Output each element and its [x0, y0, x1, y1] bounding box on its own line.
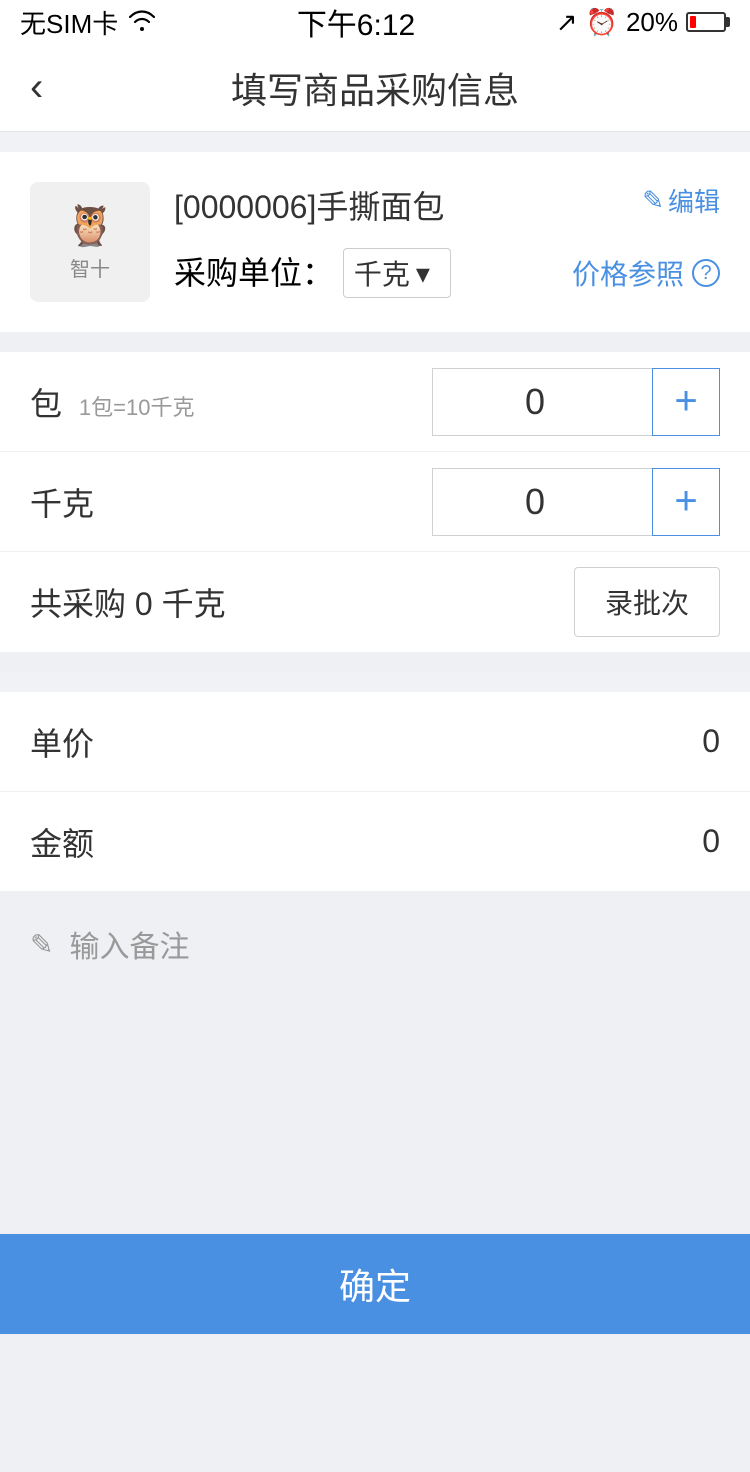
summary-text: 共采购 0 千克 [30, 579, 226, 625]
unit-select[interactable]: 千克 ▾ [343, 248, 451, 298]
info-section: 单价 0 金额 0 [0, 692, 750, 892]
status-time: 下午6:12 [297, 0, 415, 44]
notes-input-row: ✎ 输入备注 [30, 922, 720, 966]
product-header: [0000006]手撕面包 ✎ 编辑 [174, 182, 720, 228]
unit-label-group: 采购单位： 千克 ▾ [174, 248, 451, 298]
jine-row: 金额 0 [0, 792, 750, 892]
nav-bar: ‹ 填写商品采购信息 [0, 44, 750, 132]
form-row-bao: 包 1包=10千克 + [0, 352, 750, 452]
qianke-input-group: + [432, 468, 720, 536]
status-right: ↗ ⏰ 20% [556, 7, 730, 38]
battery-percent: 20% [626, 7, 678, 38]
qianke-label: 千克 [30, 479, 190, 525]
bao-input[interactable] [432, 368, 652, 436]
bao-plus-button[interactable]: + [652, 368, 720, 436]
qianke-input[interactable] [432, 468, 652, 536]
form-section-bao: 包 1包=10千克 + 千克 + [0, 352, 750, 552]
product-owl-icon: 🦉 [65, 202, 115, 249]
notes-section[interactable]: ✎ 输入备注 [0, 892, 750, 1092]
product-unit-row: 采购单位： 千克 ▾ 价格参照 ? [174, 248, 720, 298]
chevron-down-icon: ▾ [416, 257, 430, 290]
pencil-icon: ✎ [30, 928, 53, 961]
confirm-bar[interactable]: 确定 [0, 1234, 750, 1334]
alarm-icon: ⏰ [586, 7, 618, 38]
jine-value: 0 [702, 823, 720, 860]
status-bar: 无SIM卡 下午6:12 ↗ ⏰ 20% [0, 0, 750, 44]
back-button[interactable]: ‹ [30, 65, 43, 110]
location-icon: ↗ [556, 7, 578, 38]
product-card: 🦉 智十 [0000006]手撕面包 ✎ 编辑 采购单位： 千克 ▾ 价格参照 [0, 152, 750, 332]
jine-label: 金额 [30, 819, 94, 865]
wifi-icon [128, 7, 156, 38]
qianke-plus-button[interactable]: + [652, 468, 720, 536]
help-icon: ? [692, 259, 720, 287]
product-name: [0000006]手撕面包 [174, 182, 444, 228]
notes-placeholder: 输入备注 [69, 922, 189, 966]
summary-row: 共采购 0 千克 录批次 [0, 552, 750, 652]
page-title: 填写商品采购信息 [231, 62, 519, 114]
divider-1 [0, 332, 750, 352]
danjia-row: 单价 0 [0, 692, 750, 792]
danjia-value: 0 [702, 723, 720, 760]
status-carrier: 无SIM卡 [20, 4, 156, 41]
product-info: [0000006]手撕面包 ✎ 编辑 采购单位： 千克 ▾ 价格参照 ? [174, 182, 720, 298]
battery-icon [686, 12, 730, 32]
product-image: 🦉 智十 [30, 182, 150, 302]
batch-button[interactable]: 录批次 [574, 567, 720, 637]
bao-label: 包 1包=10千克 [30, 379, 194, 425]
danjia-label: 单价 [30, 719, 94, 765]
edit-button[interactable]: ✎ 编辑 [642, 182, 720, 219]
edit-icon: ✎ [642, 185, 664, 216]
form-row-qianke: 千克 + [0, 452, 750, 552]
unit-label: 采购单位： [174, 255, 334, 291]
carrier-text: 无SIM卡 [20, 4, 118, 41]
price-ref-button[interactable]: 价格参照 ? [572, 253, 720, 293]
product-owl-label: 智十 [70, 253, 110, 282]
bao-input-group: + [432, 368, 720, 436]
bao-sub: 1包=10千克 [79, 395, 195, 420]
confirm-button-label: 确定 [339, 1258, 411, 1310]
divider-2 [0, 652, 750, 672]
